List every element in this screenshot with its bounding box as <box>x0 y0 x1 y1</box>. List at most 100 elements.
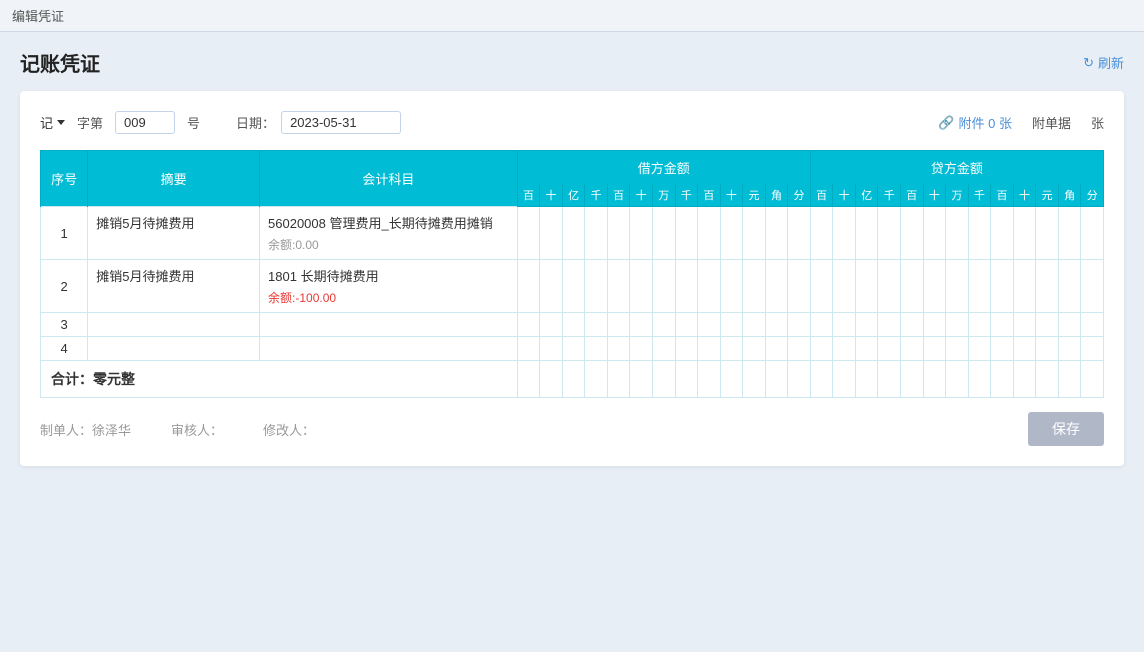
cell-debit-5[interactable] <box>630 313 653 337</box>
cell-credit-9[interactable] <box>1013 313 1036 337</box>
cell-credit-2[interactable] <box>855 207 878 260</box>
cell-credit-6[interactable] <box>946 337 969 361</box>
cell-debit-5[interactable] <box>630 207 653 260</box>
cell-debit-7[interactable] <box>675 337 698 361</box>
cell-debit-4[interactable] <box>607 337 630 361</box>
cell-debit-2[interactable] <box>562 260 585 313</box>
cell-debit-5[interactable] <box>630 260 653 313</box>
cell-debit-8[interactable] <box>698 260 721 313</box>
cell-debit-3[interactable] <box>585 207 608 260</box>
cell-debit-6[interactable] <box>653 313 676 337</box>
cell-debit-4[interactable] <box>607 313 630 337</box>
attachment-link[interactable]: 🔗 附件 0 张 <box>938 113 1012 132</box>
cell-credit-12[interactable] <box>1081 313 1104 337</box>
cell-debit-4[interactable] <box>607 207 630 260</box>
cell-credit-5[interactable] <box>923 337 946 361</box>
cell-debit-2[interactable] <box>562 207 585 260</box>
cell-credit-11[interactable] <box>1058 313 1081 337</box>
cell-account[interactable] <box>260 313 518 337</box>
cell-debit-7[interactable] <box>675 313 698 337</box>
cell-debit-0[interactable] <box>517 260 540 313</box>
cell-account[interactable] <box>260 337 518 361</box>
cell-debit-0[interactable] <box>517 313 540 337</box>
cell-debit-9[interactable] <box>720 207 743 260</box>
cell-debit-8[interactable] <box>698 207 721 260</box>
table-row[interactable]: 2摊销5月待摊费用1801 长期待摊费用余额:-100.00 <box>41 260 1104 313</box>
cell-debit-12[interactable] <box>788 207 811 260</box>
cell-credit-5[interactable] <box>923 260 946 313</box>
cell-debit-7[interactable] <box>675 260 698 313</box>
cell-credit-8[interactable] <box>991 207 1014 260</box>
cell-credit-8[interactable] <box>991 337 1014 361</box>
save-button[interactable]: 保存 <box>1028 412 1104 446</box>
cell-debit-12[interactable] <box>788 260 811 313</box>
cell-credit-2[interactable] <box>855 313 878 337</box>
single-attachment-label[interactable]: 附单据 <box>1032 113 1071 132</box>
date-input[interactable] <box>281 111 401 134</box>
cell-debit-6[interactable] <box>653 337 676 361</box>
voucher-type-dropdown[interactable]: 记 <box>40 113 65 132</box>
cell-credit-4[interactable] <box>901 313 924 337</box>
cell-debit-5[interactable] <box>630 337 653 361</box>
cell-credit-4[interactable] <box>901 337 924 361</box>
cell-credit-9[interactable] <box>1013 260 1036 313</box>
cell-credit-6[interactable] <box>946 313 969 337</box>
cell-debit-1[interactable] <box>540 260 563 313</box>
cell-credit-3[interactable] <box>878 207 901 260</box>
cell-debit-6[interactable] <box>653 260 676 313</box>
cell-credit-0[interactable] <box>810 260 833 313</box>
cell-credit-0[interactable] <box>810 207 833 260</box>
cell-debit-0[interactable] <box>517 337 540 361</box>
cell-debit-9[interactable] <box>720 313 743 337</box>
cell-credit-1[interactable] <box>833 207 856 260</box>
cell-summary[interactable] <box>88 313 260 337</box>
cell-credit-7[interactable] <box>968 337 991 361</box>
cell-credit-4[interactable] <box>901 207 924 260</box>
cell-credit-1[interactable] <box>833 260 856 313</box>
cell-credit-4[interactable] <box>901 260 924 313</box>
cell-debit-12[interactable] <box>788 337 811 361</box>
cell-credit-1[interactable] <box>833 337 856 361</box>
cell-debit-11[interactable] <box>765 260 788 313</box>
cell-debit-10[interactable] <box>743 207 766 260</box>
cell-credit-12[interactable] <box>1081 260 1104 313</box>
cell-credit-12[interactable] <box>1081 207 1104 260</box>
cell-credit-6[interactable] <box>946 207 969 260</box>
cell-credit-0[interactable] <box>810 313 833 337</box>
cell-credit-3[interactable] <box>878 337 901 361</box>
cell-debit-3[interactable] <box>585 337 608 361</box>
cell-summary[interactable] <box>88 337 260 361</box>
refresh-button[interactable]: ↻ 刷新 <box>1083 53 1124 72</box>
cell-credit-11[interactable] <box>1058 337 1081 361</box>
cell-debit-3[interactable] <box>585 260 608 313</box>
cell-credit-8[interactable] <box>991 260 1014 313</box>
cell-summary[interactable]: 摊销5月待摊费用 <box>88 260 260 313</box>
cell-debit-7[interactable] <box>675 207 698 260</box>
cell-credit-5[interactable] <box>923 207 946 260</box>
cell-debit-9[interactable] <box>720 260 743 313</box>
cell-debit-11[interactable] <box>765 207 788 260</box>
cell-credit-7[interactable] <box>968 260 991 313</box>
cell-debit-6[interactable] <box>653 207 676 260</box>
cell-debit-10[interactable] <box>743 260 766 313</box>
cell-credit-10[interactable] <box>1036 207 1059 260</box>
cell-credit-9[interactable] <box>1013 337 1036 361</box>
cell-debit-3[interactable] <box>585 313 608 337</box>
cell-credit-5[interactable] <box>923 313 946 337</box>
cell-debit-11[interactable] <box>765 313 788 337</box>
cell-credit-9[interactable] <box>1013 207 1036 260</box>
cell-summary[interactable]: 摊销5月待摊费用 <box>88 207 260 260</box>
cell-debit-2[interactable] <box>562 337 585 361</box>
cell-credit-6[interactable] <box>946 260 969 313</box>
cell-debit-1[interactable] <box>540 313 563 337</box>
voucher-number-input[interactable] <box>115 111 175 134</box>
cell-debit-1[interactable] <box>540 337 563 361</box>
cell-account[interactable]: 1801 长期待摊费用余额:-100.00 <box>260 260 518 313</box>
cell-credit-0[interactable] <box>810 337 833 361</box>
cell-credit-7[interactable] <box>968 207 991 260</box>
cell-credit-3[interactable] <box>878 313 901 337</box>
cell-credit-2[interactable] <box>855 337 878 361</box>
cell-credit-11[interactable] <box>1058 207 1081 260</box>
cell-account[interactable]: 56020008 管理费用_长期待摊费用摊销余额:0.00 <box>260 207 518 260</box>
cell-credit-10[interactable] <box>1036 260 1059 313</box>
